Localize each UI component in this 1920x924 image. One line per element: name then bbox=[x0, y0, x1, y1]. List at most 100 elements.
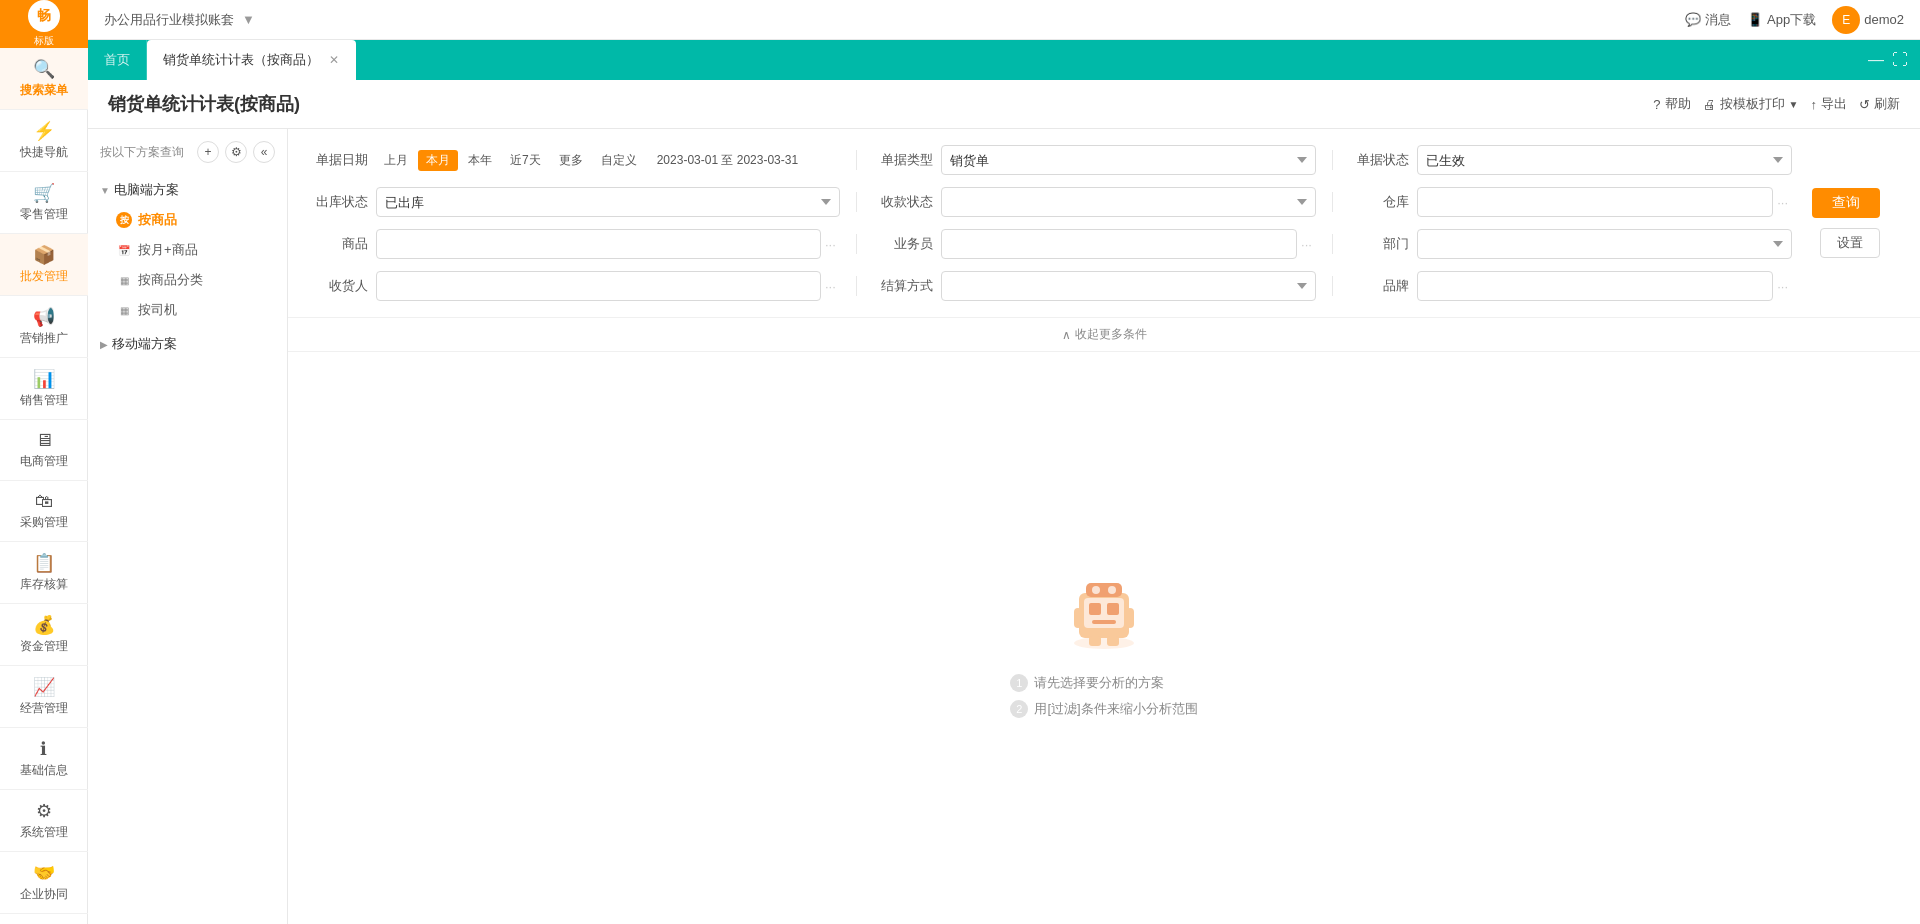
filter-doctype-select[interactable]: 销货单 bbox=[941, 145, 1316, 175]
tree-mobile-label: 移动端方案 bbox=[112, 335, 177, 353]
tab-home[interactable]: 首页 bbox=[88, 40, 147, 80]
sidebar-item-purchase-label: 采购管理 bbox=[20, 514, 68, 531]
filter-warehouse-label: 仓库 bbox=[1349, 193, 1409, 211]
sidebar-item-basic-info[interactable]: ℹ 基础信息 bbox=[0, 728, 88, 790]
collapse-filter-btn[interactable]: ∧ 收起更多条件 bbox=[288, 318, 1920, 352]
page-actions: ? 帮助 🖨 按模板打印 ▼ ↑ 导出 ↺ 刷新 bbox=[1653, 95, 1900, 125]
ecommerce-icon: 🖥 bbox=[35, 430, 53, 451]
sidebar-item-retail[interactable]: 🛒 零售管理 bbox=[0, 172, 88, 234]
tree-pc-header[interactable]: ▼ 电脑端方案 bbox=[88, 175, 287, 205]
app-logo[interactable]: 畅 标版 bbox=[0, 0, 88, 48]
tab-minimize-btn[interactable]: — bbox=[1868, 51, 1884, 69]
filter-receiver-input[interactable] bbox=[376, 271, 821, 301]
purchase-icon: 🛍 bbox=[35, 491, 53, 512]
export-btn[interactable]: ↑ 导出 bbox=[1811, 95, 1848, 113]
date-tab-this-year[interactable]: 本年 bbox=[460, 150, 500, 171]
message-label: 消息 bbox=[1705, 11, 1731, 29]
tree-item-by-category[interactable]: ▦ 按商品分类 bbox=[88, 265, 287, 295]
hint-2-text: 用[过滤]条件来缩小分析范围 bbox=[1034, 700, 1197, 718]
date-tab-custom[interactable]: 自定义 bbox=[593, 150, 645, 171]
svg-rect-9 bbox=[1107, 636, 1119, 646]
sidebar-item-enterprise[interactable]: 🤝 企业协同 bbox=[0, 852, 88, 914]
filter-docstatus-select[interactable]: 已生效 bbox=[1417, 145, 1792, 175]
sidebar-item-quick-nav[interactable]: ⚡ 快捷导航 bbox=[0, 110, 88, 172]
filter-receiver-dots[interactable]: ··· bbox=[821, 279, 840, 294]
industry-name: 办公用品行业模拟账套 bbox=[104, 11, 234, 29]
setting-scheme-btn[interactable]: ⚙ bbox=[225, 141, 247, 163]
filter-field-date: 单据日期 上月 本月 本年 近7天 更多 自定义 bbox=[308, 150, 840, 171]
collapse-panel-btn[interactable]: « bbox=[253, 141, 275, 163]
enterprise-icon: 🤝 bbox=[33, 862, 55, 884]
filter-brand-dots[interactable]: ··· bbox=[1773, 279, 1792, 294]
top-right-buttons: 查询 设置 bbox=[1792, 145, 1900, 301]
filter-date-range: 2023-03-01 至 2023-03-31 bbox=[657, 152, 798, 169]
filter-department-label: 部门 bbox=[1349, 235, 1409, 253]
filter-brand-input[interactable] bbox=[1417, 271, 1773, 301]
filter-field-outbound-status: 出库状态 已出库 bbox=[308, 187, 840, 217]
filter-warehouse-dots[interactable]: ··· bbox=[1773, 195, 1792, 210]
sidebar-item-inventory[interactable]: 📋 库存核算 bbox=[0, 542, 88, 604]
tree-item-by-driver[interactable]: ▦ 按司机 bbox=[88, 295, 287, 325]
filter-product-dots[interactable]: ··· bbox=[821, 237, 840, 252]
message-btn[interactable]: 💬 消息 bbox=[1685, 11, 1731, 29]
sidebar-item-purchase[interactable]: 🛍 采购管理 bbox=[0, 481, 88, 542]
tree-item-by-month-product[interactable]: 📅 按月+商品 bbox=[88, 235, 287, 265]
tree-mobile-header[interactable]: ▶ 移动端方案 bbox=[88, 329, 287, 359]
print-btn[interactable]: 🖨 按模板打印 ▼ bbox=[1703, 95, 1799, 113]
filter-salesperson-input[interactable] bbox=[941, 229, 1297, 259]
tree-item-by-product[interactable]: 按 按商品 bbox=[88, 205, 287, 235]
tree-pc-label: 电脑端方案 bbox=[114, 181, 179, 199]
empty-state: 1 请先选择要分析的方案 2 用[过滤]条件来缩小分析范围 bbox=[288, 352, 1920, 924]
date-tab-last-month[interactable]: 上月 bbox=[376, 150, 416, 171]
industry-dropdown-icon[interactable]: ▼ bbox=[242, 12, 255, 27]
sidebar-item-newbie[interactable]: 🎯 新手引导 bbox=[0, 914, 88, 924]
svg-rect-4 bbox=[1107, 603, 1119, 615]
tree-item-by-category-label: 按商品分类 bbox=[138, 271, 203, 289]
filter-warehouse-input[interactable] bbox=[1417, 187, 1773, 217]
sidebar-item-marketing[interactable]: 📢 营销推广 bbox=[0, 296, 88, 358]
tree-mobile-arrow: ▶ bbox=[100, 339, 108, 350]
tab-fullscreen-btn[interactable]: ⛶ bbox=[1892, 51, 1908, 69]
app-download-icon: 📱 bbox=[1747, 12, 1763, 27]
sidebar-item-wholesale[interactable]: 📦 批发管理 bbox=[0, 234, 88, 296]
svg-rect-8 bbox=[1089, 636, 1101, 646]
filter-salesperson-dots[interactable]: ··· bbox=[1297, 237, 1316, 252]
sidebar-item-search[interactable]: 🔍 搜索菜单 bbox=[0, 48, 88, 110]
tree-item-by-driver-label: 按司机 bbox=[138, 301, 177, 319]
tab-sales-stats[interactable]: 销货单统计计表（按商品） ✕ bbox=[147, 40, 356, 80]
top-header: 办公用品行业模拟账套 ▼ 💬 消息 📱 App下载 E demo2 bbox=[88, 0, 1920, 40]
left-panel: 按以下方案查询 + ⚙ « ▼ 电脑端方案 按 按商品 bbox=[88, 129, 288, 924]
sidebar-item-operation[interactable]: 📈 经营管理 bbox=[0, 666, 88, 728]
date-tab-7days[interactable]: 近7天 bbox=[502, 150, 549, 171]
date-tab-more[interactable]: 更多 bbox=[551, 150, 591, 171]
set-button[interactable]: 设置 bbox=[1820, 228, 1880, 258]
filter-outbound-select[interactable]: 已出库 bbox=[376, 187, 840, 217]
filter-payment-select[interactable] bbox=[941, 187, 1316, 217]
app-download-btn[interactable]: 📱 App下载 bbox=[1747, 11, 1816, 29]
filter-settlement-select[interactable] bbox=[941, 271, 1316, 301]
sidebar-item-ecommerce[interactable]: 🖥 电商管理 bbox=[0, 420, 88, 481]
query-button[interactable]: 查询 bbox=[1812, 188, 1880, 218]
filter-product-input[interactable] bbox=[376, 229, 821, 259]
user-menu[interactable]: E demo2 bbox=[1832, 6, 1904, 34]
filter-brand-label: 品牌 bbox=[1349, 277, 1409, 295]
svg-point-0 bbox=[1074, 637, 1134, 649]
empty-hint-1: 1 请先选择要分析的方案 bbox=[1010, 674, 1197, 692]
export-icon: ↑ bbox=[1811, 97, 1818, 112]
tree-item-by-month-product-label: 按月+商品 bbox=[138, 241, 198, 259]
filter-row-3: 商品 ··· 业务员 ··· bbox=[308, 229, 1792, 259]
tab-bar-expand: — ⛶ bbox=[1856, 51, 1920, 69]
tab-close-btn[interactable]: ✕ bbox=[329, 53, 339, 67]
refresh-btn[interactable]: ↺ 刷新 bbox=[1859, 95, 1900, 113]
print-dropdown-icon: ▼ bbox=[1789, 99, 1799, 110]
filter-field-receiver: 收货人 ··· bbox=[308, 271, 840, 301]
sidebar-item-system[interactable]: ⚙ 系统管理 bbox=[0, 790, 88, 852]
sidebar-item-finance[interactable]: 💰 资金管理 bbox=[0, 604, 88, 666]
date-tab-this-month[interactable]: 本月 bbox=[418, 150, 458, 171]
add-scheme-btn[interactable]: + bbox=[197, 141, 219, 163]
filter-department-select[interactable] bbox=[1417, 229, 1792, 259]
export-label: 导出 bbox=[1821, 95, 1847, 113]
sidebar-item-sales[interactable]: 📊 销售管理 bbox=[0, 358, 88, 420]
tree-item-by-product-label: 按商品 bbox=[138, 211, 177, 229]
help-btn[interactable]: ? 帮助 bbox=[1653, 95, 1690, 113]
